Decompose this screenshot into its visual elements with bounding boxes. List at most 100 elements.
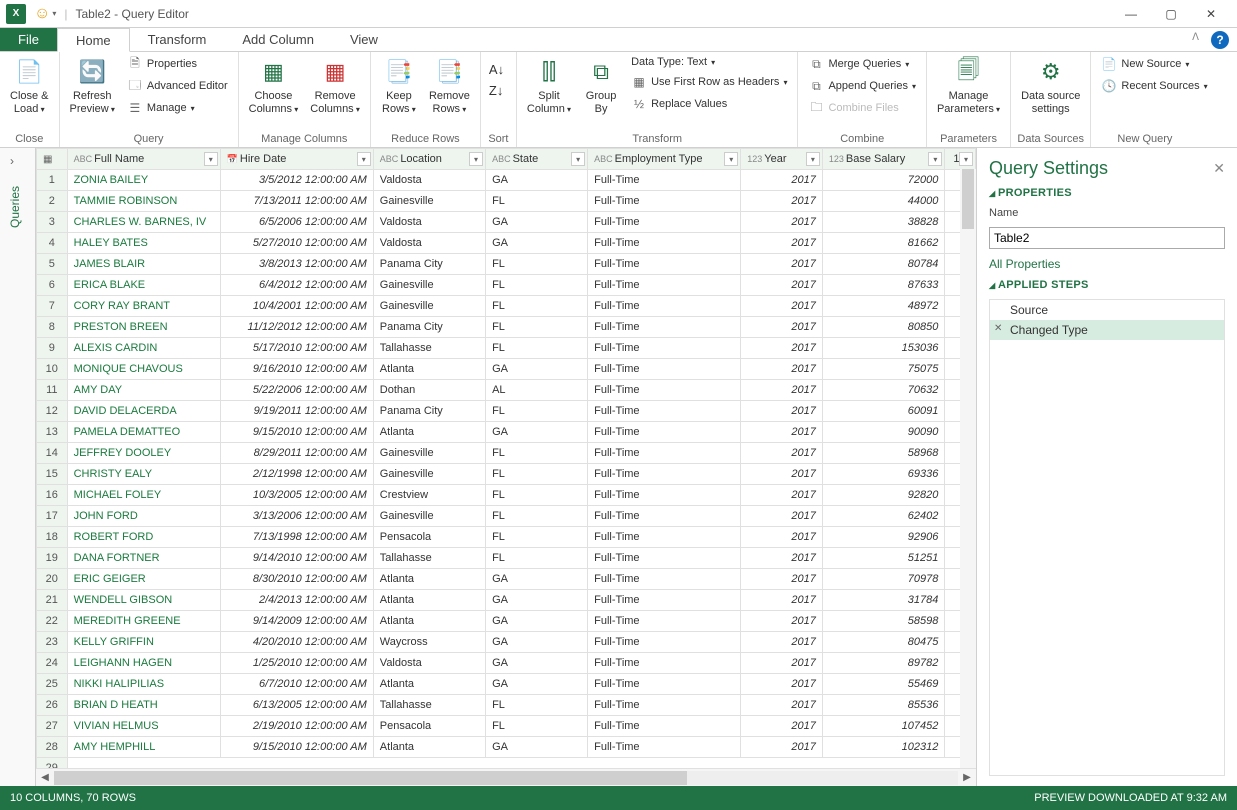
cell-location[interactable]: Gainesville [373,275,485,296]
table-row[interactable]: 15CHRISTY EALY2/12/1998 12:00:00 AMGaine… [37,464,976,485]
cell-hire-date[interactable]: 9/14/2009 12:00:00 AM [220,611,373,632]
cell-base-salary[interactable]: 48972 [822,296,944,317]
group-by-button[interactable]: ⧉ Group By [579,54,623,118]
cell-location[interactable]: Atlanta [373,737,485,758]
cell-base-salary[interactable]: 80784 [822,254,944,275]
row-number[interactable]: 19 [37,548,68,569]
qat-dropdown[interactable]: ▾ [52,9,56,18]
cell-full-name[interactable]: ERIC GEIGER [67,569,220,590]
table-row[interactable]: 8PRESTON BREEN11/12/2012 12:00:00 AMPana… [37,317,976,338]
cell-year[interactable]: 2017 [741,296,823,317]
cell-base-salary[interactable]: 153036 [822,338,944,359]
table-row[interactable]: 9ALEXIS CARDIN5/17/2010 12:00:00 AMTalla… [37,338,976,359]
row-number[interactable]: 14 [37,443,68,464]
data-type-button[interactable]: Data Type: Text [627,54,791,70]
cell-base-salary[interactable]: 70978 [822,569,944,590]
cell-state[interactable]: FL [486,254,588,275]
vertical-scrollbar[interactable] [960,169,976,768]
remove-columns-button[interactable]: ▦ Remove Columns [306,54,364,118]
cell-full-name[interactable]: PRESTON BREEN [67,317,220,338]
cell-state[interactable]: FL [486,296,588,317]
cell-year[interactable]: 2017 [741,716,823,737]
cell-state[interactable]: FL [486,275,588,296]
merge-queries-button[interactable]: ⧉Merge Queries [804,54,920,74]
column-header[interactable]: 123Year ▾ [741,149,823,170]
cell-base-salary[interactable]: 31784 [822,590,944,611]
cell-base-salary[interactable]: 89782 [822,653,944,674]
table-row[interactable]: 2TAMMIE ROBINSON7/13/2011 12:00:00 AMGai… [37,191,976,212]
cell-employment-type[interactable]: Full-Time [588,422,741,443]
row-number[interactable]: 25 [37,674,68,695]
cell-location[interactable]: Tallahasse [373,338,485,359]
column-header[interactable]: ABCLocation ▾ [373,149,485,170]
cell-full-name[interactable]: TAMMIE ROBINSON [67,191,220,212]
table-row[interactable]: 13PAMELA DEMATTEO9/15/2010 12:00:00 AMAt… [37,422,976,443]
replace-values-button[interactable]: ½Replace Values [627,94,791,114]
table-row[interactable]: 3CHARLES W. BARNES, IV6/5/2006 12:00:00 … [37,212,976,233]
table-row[interactable]: 23KELLY GRIFFIN4/20/2010 12:00:00 AMWayc… [37,632,976,653]
cell-state[interactable]: GA [486,422,588,443]
cell-base-salary[interactable]: 87633 [822,275,944,296]
choose-columns-button[interactable]: ▦ Choose Columns [245,54,303,118]
cell-base-salary[interactable]: 107452 [822,716,944,737]
row-number[interactable]: 21 [37,590,68,611]
row-number[interactable]: 8 [37,317,68,338]
cell-location[interactable]: Pensacola [373,716,485,737]
minimize-button[interactable]: — [1111,7,1151,21]
applied-step[interactable]: Source [990,300,1224,320]
cell-base-salary[interactable]: 51251 [822,548,944,569]
collapse-ribbon-icon[interactable]: ᐱ [1192,32,1199,51]
cell-employment-type[interactable]: Full-Time [588,212,741,233]
cell-employment-type[interactable]: Full-Time [588,569,741,590]
cell-location[interactable]: Gainesville [373,506,485,527]
table-row[interactable]: 29 [37,758,976,769]
cell-state[interactable]: GA [486,737,588,758]
cell-state[interactable]: GA [486,569,588,590]
cell-state[interactable]: FL [486,527,588,548]
cell-location[interactable]: Panama City [373,401,485,422]
cell-state[interactable]: GA [486,359,588,380]
cell-hire-date[interactable]: 3/8/2013 12:00:00 AM [220,254,373,275]
properties-button[interactable]: 🗎Properties [123,54,232,74]
cell-full-name[interactable]: LEIGHANN HAGEN [67,653,220,674]
cell-full-name[interactable]: AMY DAY [67,380,220,401]
append-queries-button[interactable]: ⧉Append Queries [804,76,920,96]
cell-location[interactable]: Dothan [373,380,485,401]
cell-year[interactable]: 2017 [741,401,823,422]
cell-base-salary[interactable]: 102312 [822,737,944,758]
cell-year[interactable]: 2017 [741,506,823,527]
row-number[interactable]: 15 [37,464,68,485]
cell-location[interactable]: Pensacola [373,527,485,548]
cell-hire-date[interactable]: 7/13/2011 12:00:00 AM [220,191,373,212]
cell-employment-type[interactable]: Full-Time [588,380,741,401]
cell-hire-date[interactable]: 3/5/2012 12:00:00 AM [220,170,373,191]
cell-location[interactable]: Gainesville [373,191,485,212]
cell-state[interactable]: AL [486,380,588,401]
grid-corner[interactable]: ▦ [37,149,68,170]
cell-state[interactable]: FL [486,317,588,338]
row-number[interactable]: 3 [37,212,68,233]
cell-location[interactable]: Valdosta [373,170,485,191]
cell-year[interactable]: 2017 [741,527,823,548]
row-number[interactable]: 13 [37,422,68,443]
column-header[interactable]: ABCState ▾ [486,149,588,170]
cell-state[interactable]: FL [486,506,588,527]
data-grid[interactable]: ▦ ABCFull Name ▾ 📅Hire Date ▾ ABCLocatio… [36,148,976,768]
cell-hire-date[interactable]: 5/27/2010 12:00:00 AM [220,233,373,254]
column-filter-dropdown[interactable]: ▾ [928,152,942,166]
advanced-editor-button[interactable]: 🗔Advanced Editor [123,76,232,96]
cell-hire-date[interactable]: 6/7/2010 12:00:00 AM [220,674,373,695]
table-row[interactable]: 20ERIC GEIGER8/30/2010 12:00:00 AMAtlant… [37,569,976,590]
cell-employment-type[interactable]: Full-Time [588,695,741,716]
row-number[interactable]: 16 [37,485,68,506]
cell-full-name[interactable]: JAMES BLAIR [67,254,220,275]
cell-state[interactable]: GA [486,653,588,674]
cell-year[interactable]: 2017 [741,317,823,338]
sort-asc-button[interactable]: A↓ [487,60,506,79]
cell-year[interactable]: 2017 [741,485,823,506]
cell-full-name[interactable]: PAMELA DEMATTEO [67,422,220,443]
cell-hire-date[interactable]: 11/12/2012 12:00:00 AM [220,317,373,338]
cell-location[interactable]: Valdosta [373,653,485,674]
cell-hire-date[interactable]: 1/25/2010 12:00:00 AM [220,653,373,674]
table-row[interactable]: 25NIKKI HALIPILIAS6/7/2010 12:00:00 AMAt… [37,674,976,695]
